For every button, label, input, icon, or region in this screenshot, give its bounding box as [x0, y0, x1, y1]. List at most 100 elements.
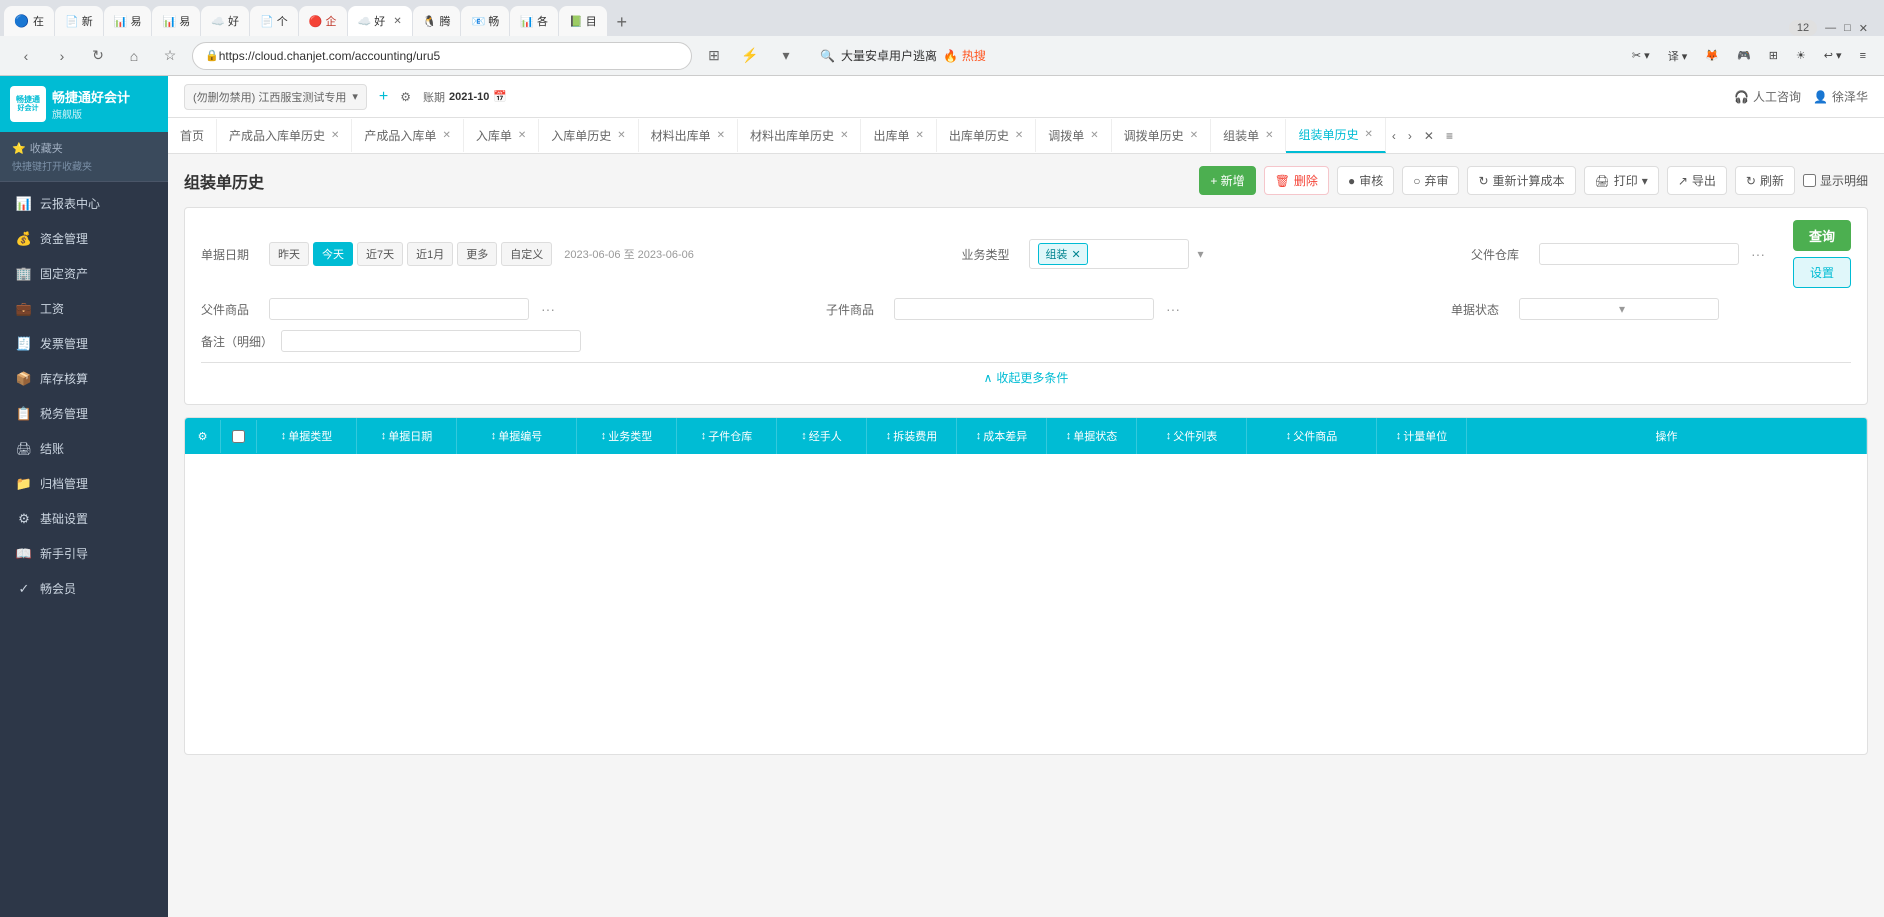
tab-close-prod-in[interactable]: ✕ [442, 130, 450, 141]
biz-type-tag-remove[interactable]: ✕ [1071, 248, 1080, 261]
browser-tab-12[interactable]: 📗 目 [559, 6, 607, 36]
parent-wh-more[interactable]: ··· [1747, 246, 1769, 262]
notes-field[interactable] [290, 334, 572, 348]
parent-goods-field[interactable] [278, 302, 520, 316]
bolt-icon[interactable]: ⚡ [736, 42, 764, 70]
sidebar-item-tax[interactable]: 📋 税务管理 [0, 396, 168, 431]
sun-icon[interactable]: ☀ [1790, 45, 1812, 66]
date-btn-yesterday[interactable]: 昨天 [269, 242, 309, 266]
add-button[interactable]: + [379, 88, 388, 106]
url-input[interactable]: 🔒 https://cloud.chanjet.com/accounting/u… [192, 42, 692, 70]
th-diff[interactable]: ↕ 成本差异 [957, 418, 1047, 454]
browser-tab-4[interactable]: 📊 易 [152, 6, 200, 36]
tab-in-order[interactable]: 入库单 ✕ [464, 119, 539, 152]
settings-button[interactable]: 设置 [1793, 257, 1851, 288]
date-btn-today[interactable]: 今天 [313, 242, 353, 266]
th-cost[interactable]: ↕ 拆装费用 [867, 418, 957, 454]
sidebar-item-basic[interactable]: ⚙ 基础设置 [0, 501, 168, 536]
bookmark-button[interactable]: ☆ [156, 42, 184, 70]
th-date[interactable]: ↕ 单据日期 [357, 418, 457, 454]
sidebar-item-invoice[interactable]: 🧾 发票管理 [0, 326, 168, 361]
grid-icon[interactable]: ⊞ [700, 42, 728, 70]
refresh-btn[interactable]: ↻ 刷新 [1735, 166, 1795, 195]
company-selector[interactable]: (勿删勿禁用) 江西服宝测试专用 ▾ [184, 84, 367, 110]
notes-input[interactable] [281, 330, 581, 352]
translate-tool[interactable]: 译 ▾ [1662, 44, 1694, 68]
query-button[interactable]: 查询 [1793, 220, 1851, 251]
parent-goods-input[interactable] [269, 298, 529, 320]
print-dropdown[interactable]: ▾ [1642, 174, 1648, 188]
export-btn[interactable]: ↗ 导出 [1667, 166, 1727, 195]
th-settings[interactable]: ⚙ [185, 420, 221, 453]
print-btn[interactable]: 🖨 打印 ▾ [1584, 166, 1659, 195]
parent-wh-field[interactable] [1548, 247, 1730, 261]
th-type[interactable]: ↕ 单据类型 [257, 418, 357, 454]
biz-type-dropdown[interactable]: ▾ [1197, 247, 1203, 261]
date-btn-more[interactable]: 更多 [457, 242, 497, 266]
browser-tab-1[interactable]: 🔵 在 [4, 6, 54, 36]
tab-out[interactable]: 出库单 ✕ [861, 119, 936, 152]
sidebar-item-inventory[interactable]: 📦 库存核算 [0, 361, 168, 396]
tab-in-hist[interactable]: 入库单历史 ✕ [539, 119, 638, 152]
tab-close-in-order[interactable]: ✕ [518, 130, 526, 141]
sidebar-item-asset[interactable]: 🏢 固定资产 [0, 256, 168, 291]
menu-button[interactable]: ≡ [1854, 46, 1872, 66]
th-parent-list[interactable]: ↕ 父件列表 [1137, 418, 1247, 454]
tab-close-mat-out[interactable]: ✕ [717, 130, 725, 141]
tab-scroll-right[interactable]: › [1402, 121, 1418, 151]
sidebar-item-salary[interactable]: 💼 工资 [0, 291, 168, 326]
close-icon[interactable]: ✕ [1859, 22, 1868, 35]
user-menu[interactable]: 👤 徐泽华 [1813, 88, 1868, 105]
sidebar-item-fund[interactable]: 💰 资金管理 [0, 221, 168, 256]
tab-scroll-left[interactable]: ‹ [1386, 121, 1402, 151]
extension-2[interactable]: 🎮 [1731, 45, 1757, 66]
sidebar-item-report[interactable]: 📊 云报表中心 [0, 186, 168, 221]
browser-tab-9[interactable]: 🐧 腾 [413, 6, 461, 36]
tab-close-mat-out-hist[interactable]: ✕ [840, 130, 848, 141]
tab-close-out-hist[interactable]: ✕ [1015, 130, 1023, 141]
new-btn[interactable]: + 新增 [1199, 166, 1255, 195]
parent-wh-input[interactable] [1539, 243, 1739, 265]
tab-close-prod-in-hist[interactable]: ✕ [331, 130, 339, 141]
extension-1[interactable]: 🦊 [1699, 45, 1725, 66]
abandon-btn[interactable]: ○ 弃审 [1402, 166, 1459, 195]
refresh-button[interactable]: ↻ [84, 42, 112, 70]
tab-close-in-hist[interactable]: ✕ [617, 130, 625, 141]
th-status[interactable]: ↕ 单据状态 [1047, 418, 1137, 454]
th-unit[interactable]: ↕ 计量单位 [1377, 418, 1467, 454]
th-no[interactable]: ↕ 单据编号 [457, 418, 577, 454]
tab-mat-out-hist[interactable]: 材料出库单历史 ✕ [738, 119, 861, 152]
tab-home[interactable]: 首页 [168, 119, 217, 152]
child-goods-more[interactable]: ··· [1162, 301, 1184, 317]
th-parent-goods[interactable]: ↕ 父件商品 [1247, 418, 1377, 454]
th-check[interactable] [221, 420, 257, 453]
browser-tab-7[interactable]: 🔴 企 [299, 6, 347, 36]
delete-btn[interactable]: 🗑 删除 [1264, 166, 1329, 195]
calendar-icon[interactable]: 📅 [493, 90, 507, 103]
date-btn-1month[interactable]: 近1月 [407, 242, 453, 266]
tab-menu[interactable]: ≡ [1440, 121, 1459, 151]
sidebar-item-member[interactable]: ✓ 畅会员 [0, 571, 168, 606]
audit-btn[interactable]: ● 审核 [1337, 166, 1394, 195]
tab-prod-in-hist[interactable]: 产成品入库单历史 ✕ [217, 119, 352, 152]
tab-close-all[interactable]: ✕ [1418, 121, 1440, 151]
sidebar-item-settlement[interactable]: 🖨 结账 [0, 431, 168, 466]
tab-mat-out[interactable]: 材料出库单 ✕ [639, 119, 738, 152]
dropdown-icon[interactable]: ▾ [772, 42, 800, 70]
tab-close-assemble[interactable]: ✕ [1090, 130, 1098, 141]
collapse-button[interactable]: ∧ 收起更多条件 [978, 363, 1075, 392]
tab-kit[interactable]: 组装单 ✕ [1211, 119, 1286, 152]
customer-service-btn[interactable]: 🎧 人工咨询 [1734, 88, 1801, 105]
tab-close-kit-hist[interactable]: ✕ [1365, 129, 1373, 140]
tab-close-out[interactable]: ✕ [915, 130, 923, 141]
maximize-icon[interactable]: □ [1844, 22, 1851, 34]
show-detail-input[interactable] [1803, 174, 1816, 187]
home-button[interactable]: ⌂ [120, 42, 148, 70]
cut-tool[interactable]: ✂ ▾ [1626, 45, 1656, 66]
child-goods-input[interactable] [894, 298, 1154, 320]
biz-type-input[interactable]: 组装 ✕ [1029, 239, 1189, 269]
browser-tab-3[interactable]: 📊 易 [104, 6, 152, 36]
th-handler[interactable]: ↕ 经手人 [777, 418, 867, 454]
tab-assemble-hist[interactable]: 调拨单历史 ✕ [1112, 119, 1211, 152]
th-wh[interactable]: ↕ 子件仓库 [677, 418, 777, 454]
